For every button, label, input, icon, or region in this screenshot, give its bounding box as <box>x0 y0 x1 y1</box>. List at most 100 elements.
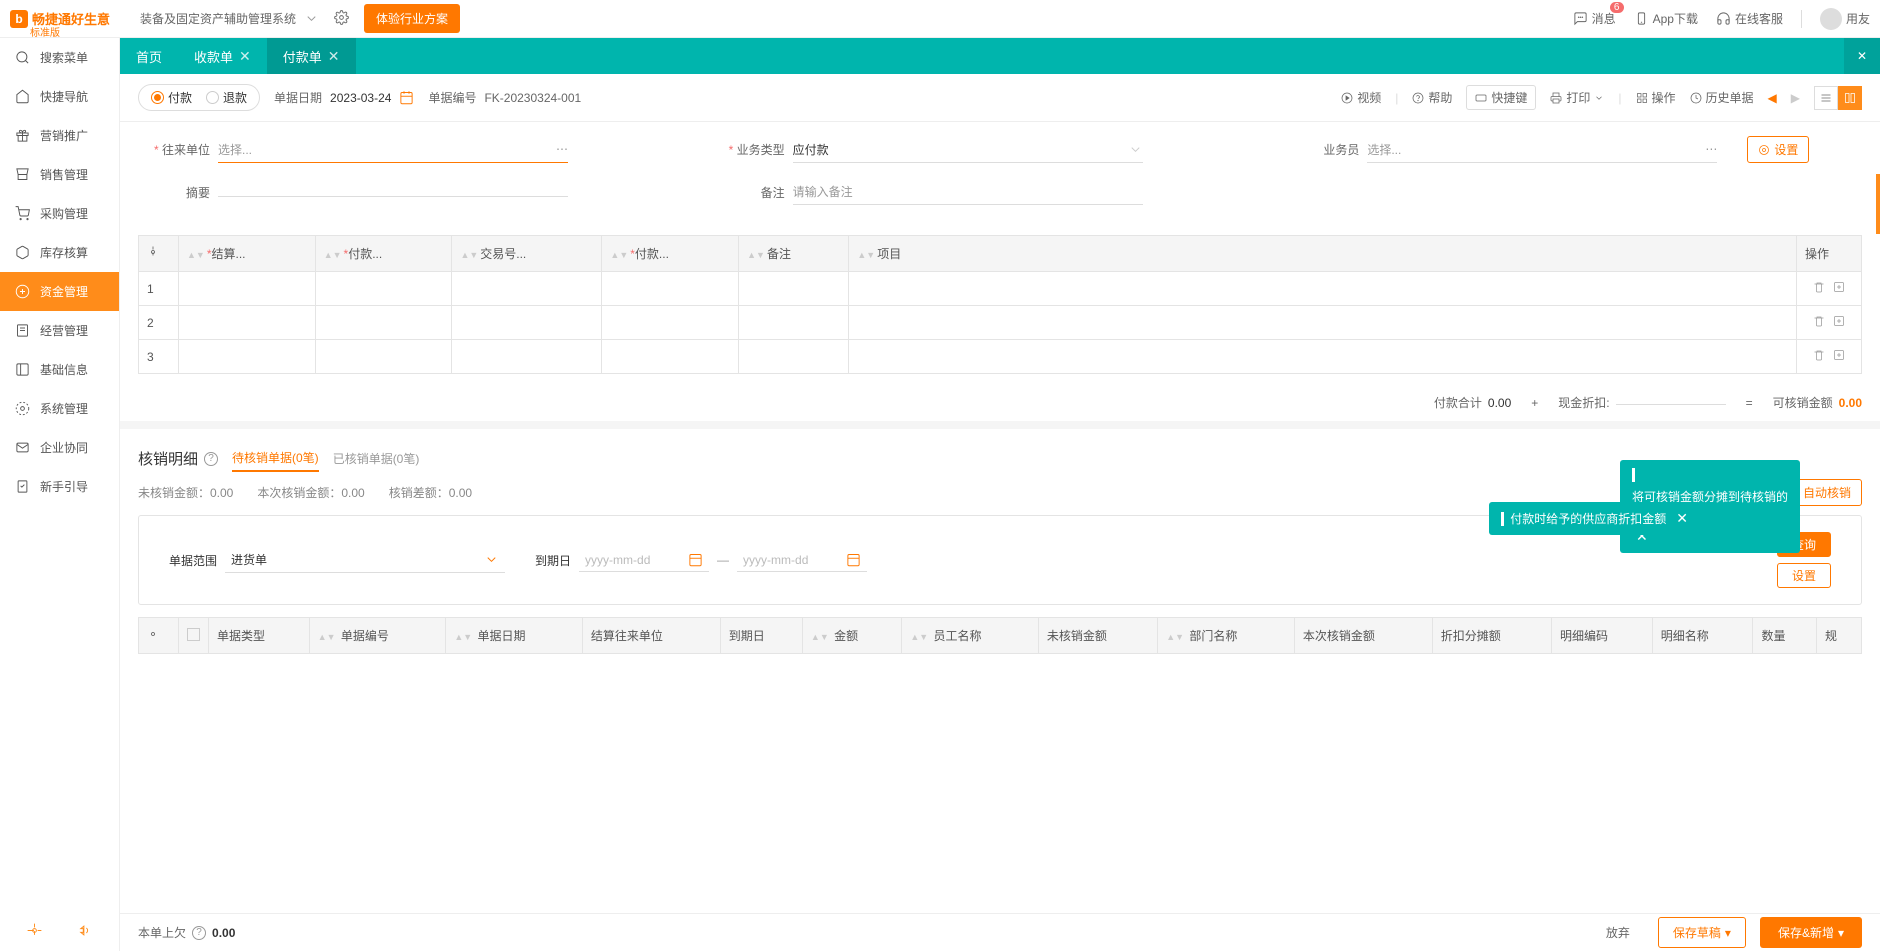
sidebar-item-gift[interactable]: 营销推广 <box>0 116 119 155</box>
v-col-12[interactable]: 明细名称 <box>1652 618 1753 654</box>
online-service-button[interactable]: 在线客服 <box>1716 10 1783 27</box>
help-button[interactable]: 帮助 <box>1412 89 1452 106</box>
clerk-more-icon[interactable]: ⋯ <box>1705 142 1717 156</box>
system-dropdown[interactable]: 装备及固定资产辅助管理系统 <box>140 10 319 27</box>
prev-doc-button[interactable]: ◀ <box>1768 91 1777 105</box>
v-col-1[interactable]: ▲▼ 单据编号 <box>309 618 446 654</box>
sidebar-item-home[interactable]: 快捷导航 <box>0 77 119 116</box>
card-view-button[interactable] <box>1838 86 1862 110</box>
header-settings-icon[interactable] <box>334 10 349 28</box>
user-menu[interactable]: 用友 <box>1820 8 1870 30</box>
filter-settings-button[interactable]: 设置 <box>1777 563 1831 588</box>
v-col-6[interactable]: ▲▼ 员工名称 <box>902 618 1039 654</box>
date-value[interactable]: 2023-03-24 <box>330 91 391 105</box>
v-col-14[interactable]: 规 <box>1816 618 1861 654</box>
refund-radio[interactable]: 退款 <box>206 89 247 106</box>
date-from-input[interactable]: yyyy-mm-dd <box>579 548 709 572</box>
summary-input[interactable] <box>218 188 568 197</box>
sidebar-item-search[interactable]: 搜索菜单 <box>0 38 119 77</box>
tab-close-icon[interactable]: ✕ <box>239 48 251 65</box>
table-row[interactable]: 1 <box>139 272 1862 306</box>
range-select[interactable]: 进货单 <box>225 547 505 573</box>
sidebar-item-box[interactable]: 库存核算 <box>0 233 119 272</box>
tab-1[interactable]: 收款单✕ <box>178 38 267 74</box>
tab-close-icon[interactable]: ✕ <box>328 48 340 65</box>
save-draft-button[interactable]: 保存草稿 ▾ <box>1658 917 1746 948</box>
v-col-2[interactable]: ▲▼ 单据日期 <box>446 618 583 654</box>
sidebar-item-info[interactable]: 基础信息 <box>0 350 119 389</box>
scroll-indicator[interactable] <box>1876 174 1880 234</box>
shortcut-button[interactable]: 快捷键 <box>1466 85 1536 110</box>
biz-type-select[interactable]: 应付款 <box>793 137 1143 163</box>
col-project[interactable]: ▲▼项目 <box>849 236 1797 272</box>
v-checkbox-all[interactable] <box>179 618 209 654</box>
date-to-input[interactable]: yyyy-mm-dd <box>737 548 867 572</box>
messages-button[interactable]: 消息 6 <box>1573 10 1616 27</box>
v-col-11[interactable]: 明细编码 <box>1552 618 1653 654</box>
delete-row-icon[interactable] <box>1813 315 1825 330</box>
list-view-button[interactable] <box>1814 86 1838 110</box>
sidebar-item-cart[interactable]: 采购管理 <box>0 194 119 233</box>
table-row[interactable]: 3 <box>139 340 1862 374</box>
this-time-stat: 本次核销金额：0.00 <box>257 484 364 501</box>
sidebar-item-money[interactable]: 资金管理 <box>0 272 119 311</box>
add-row-icon[interactable] <box>1833 349 1845 364</box>
tooltip-close-icon[interactable]: ✕ <box>1676 510 1688 527</box>
vendor-input[interactable]: 选择... ⋯ <box>218 137 568 163</box>
v-col-8[interactable]: ▲▼ 部门名称 <box>1158 618 1295 654</box>
col-pay1[interactable]: ▲▼*付款... <box>315 236 452 272</box>
pay-radio[interactable]: 付款 <box>151 89 192 106</box>
history-button[interactable]: 历史单据 <box>1690 89 1754 106</box>
v-col-4[interactable]: 到期日 <box>720 618 802 654</box>
tab-2[interactable]: 付款单✕ <box>267 38 356 74</box>
v-col-13[interactable]: 数量 <box>1753 618 1817 654</box>
calendar-icon[interactable] <box>399 90 414 105</box>
save-new-button[interactable]: 保存&新增 ▾ <box>1760 917 1862 948</box>
app-download-button[interactable]: App下载 <box>1634 10 1698 27</box>
col-remark[interactable]: ▲▼备注 <box>739 236 849 272</box>
operate-button[interactable]: 操作 <box>1636 89 1676 106</box>
pending-tab[interactable]: 待核销单据(0笔) <box>232 445 319 472</box>
delete-row-icon[interactable] <box>1813 349 1825 364</box>
col-pay2[interactable]: ▲▼*付款... <box>602 236 739 272</box>
remark-input[interactable]: 请输入备注 <box>793 179 1143 205</box>
help-icon[interactable]: ? <box>204 452 218 466</box>
tab-0[interactable]: 首页 <box>120 38 178 74</box>
auto-verify-button[interactable]: 自动核销 <box>1792 479 1862 506</box>
vendor-label: 往来单位 <box>138 141 218 158</box>
add-row-icon[interactable] <box>1833 315 1845 330</box>
table-row[interactable]: 2 <box>139 306 1862 340</box>
col-settlement[interactable]: ▲▼*结算... <box>179 236 316 272</box>
done-tab[interactable]: 已核销单据(0笔) <box>333 446 420 471</box>
sidebar-item-link[interactable]: 企业协同 <box>0 428 119 467</box>
delete-row-icon[interactable] <box>1813 281 1825 296</box>
sidebar-collapse-icon[interactable] <box>77 923 92 941</box>
discard-button[interactable]: 放弃 <box>1592 918 1644 947</box>
sidebar-item-doc[interactable]: 经营管理 <box>0 311 119 350</box>
v-col-7[interactable]: 未核销金额 <box>1038 618 1157 654</box>
v-col-5[interactable]: ▲▼ 金额 <box>802 618 901 654</box>
v-col-0[interactable]: 单据类型 <box>209 618 310 654</box>
help-icon[interactable]: ? <box>192 926 206 940</box>
print-button[interactable]: 打印 <box>1550 89 1604 106</box>
form-settings-button[interactable]: 设置 <box>1747 136 1809 163</box>
experience-button[interactable]: 体验行业方案 <box>364 4 460 33</box>
sidebar-settings-icon[interactable] <box>27 923 42 941</box>
sidebar-item-guide[interactable]: 新手引导 <box>0 467 119 506</box>
next-doc-button[interactable]: ▶ <box>1791 91 1800 105</box>
v-table-settings[interactable] <box>139 618 179 654</box>
table-settings-header[interactable] <box>139 236 179 272</box>
sidebar-item-gear[interactable]: 系统管理 <box>0 389 119 428</box>
v-col-9[interactable]: 本次核销金额 <box>1294 618 1432 654</box>
clerk-placeholder: 选择... <box>1367 141 1401 158</box>
vendor-more-icon[interactable]: ⋯ <box>556 142 568 156</box>
col-txn[interactable]: ▲▼交易号... <box>452 236 602 272</box>
tabs-close-all-button[interactable]: ✕ <box>1844 38 1880 74</box>
v-col-10[interactable]: 折扣分摊额 <box>1432 618 1551 654</box>
v-col-3[interactable]: 结算往来单位 <box>582 618 720 654</box>
discount-input[interactable] <box>1616 400 1726 405</box>
add-row-icon[interactable] <box>1833 281 1845 296</box>
clerk-input[interactable]: 选择... ⋯ <box>1367 137 1717 163</box>
sidebar-item-shop[interactable]: 销售管理 <box>0 155 119 194</box>
video-button[interactable]: 视频 <box>1341 89 1381 106</box>
